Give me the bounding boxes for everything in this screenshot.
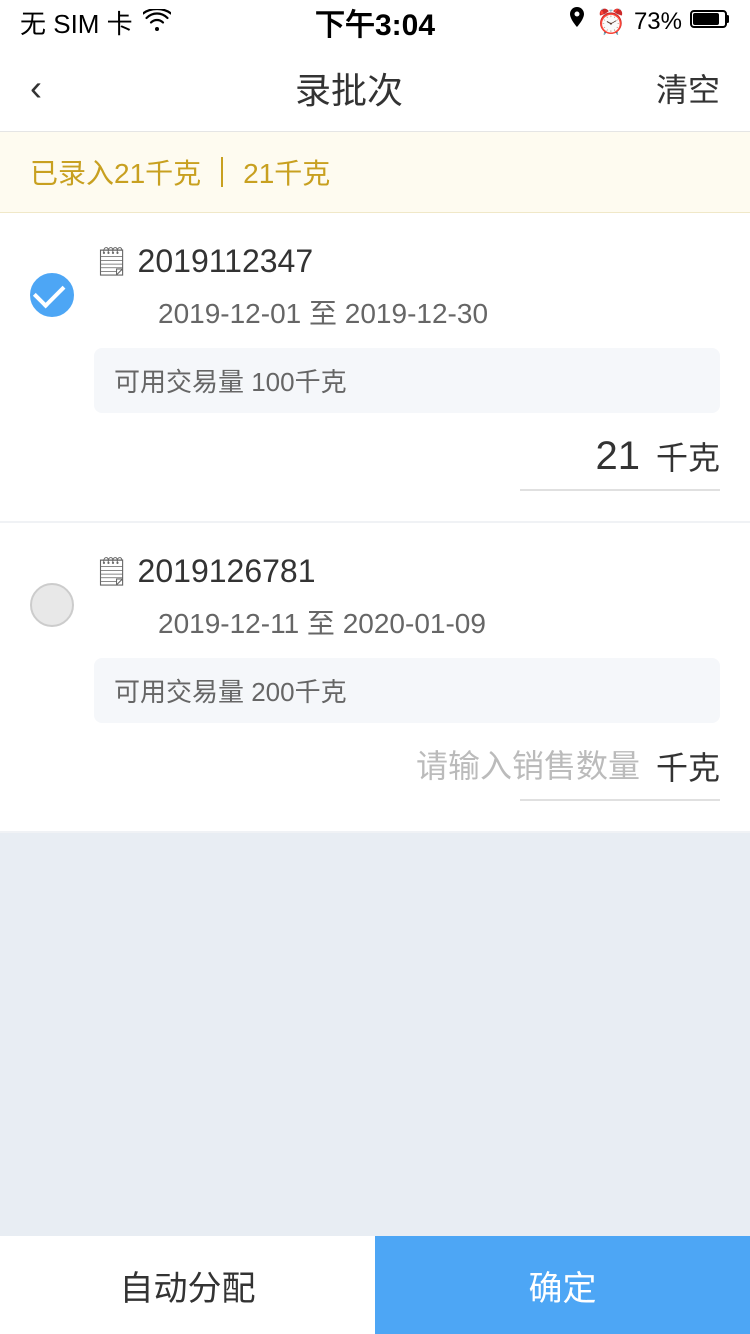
batch1-quantity-value: 21 <box>595 434 640 479</box>
info-banner: 已录入21千克 21千克 <box>0 132 750 213</box>
batch2-quantity-input[interactable] <box>340 748 640 785</box>
recorded-label: 已录入21千克 <box>30 152 201 192</box>
battery-text: 73% <box>634 8 682 36</box>
banner-divider <box>221 157 223 187</box>
back-button[interactable]: ‹ <box>30 67 42 109</box>
batch1-content: 🗒 2019112347 2019-12-01 至 2019-12-30 可用交… <box>94 243 720 413</box>
alarm-icon: ⏰ <box>596 8 626 37</box>
bottom-bar: 自动分配 确定 <box>0 1236 750 1334</box>
batch2-content: 🗒 2019126781 2019-12-11 至 2020-01-09 可用交… <box>94 553 720 723</box>
page-title: 录批次 <box>295 62 403 114</box>
batch1-quantity-unit: 千克 <box>656 433 720 479</box>
batch1-id-icon: 🗒 <box>94 245 130 278</box>
batch2-card: 🗒 2019126781 2019-12-11 至 2020-01-09 可用交… <box>0 523 750 831</box>
confirm-button[interactable]: 确定 <box>375 1236 750 1334</box>
batch1-quantity-row: 21 千克 <box>0 413 750 479</box>
carrier-text: 无 SIM 卡 <box>20 4 133 41</box>
status-time: 下午3:04 <box>315 0 435 44</box>
batch2-id-row: 🗒 2019126781 <box>94 553 720 590</box>
batch2-divider <box>520 799 720 801</box>
batch2-id: 2019126781 <box>138 553 316 590</box>
location-icon <box>566 7 588 38</box>
batch2-unit: 千克 <box>656 743 720 789</box>
batch2-id-icon: 🗒 <box>94 555 130 588</box>
clear-button[interactable]: 清空 <box>656 65 720 111</box>
batch1-divider <box>520 489 720 491</box>
batch1-radio[interactable] <box>30 273 74 317</box>
batch2-radio[interactable] <box>30 583 74 627</box>
batch1-availability: 可用交易量 100千克 <box>94 348 720 413</box>
amount-label: 21千克 <box>243 152 330 192</box>
batch2-date: 2019-12-11 至 2020-01-09 <box>158 602 720 642</box>
batch1-row: 🗒 2019112347 2019-12-01 至 2019-12-30 可用交… <box>0 213 750 413</box>
batch2-input-row: 千克 <box>0 723 750 789</box>
status-right: ⏰ 73% <box>566 7 730 38</box>
auto-distribute-button[interactable]: 自动分配 <box>0 1236 375 1334</box>
battery-icon <box>690 8 730 36</box>
batch1-id: 2019112347 <box>138 243 314 280</box>
batch1-id-row: 🗒 2019112347 <box>94 243 720 280</box>
content-wrapper: 🗒 2019112347 2019-12-01 至 2019-12-30 可用交… <box>0 213 750 1317</box>
nav-bar: ‹ 录批次 清空 <box>0 44 750 132</box>
batch1-date: 2019-12-01 至 2019-12-30 <box>158 292 720 332</box>
wifi-icon <box>143 7 171 38</box>
batch2-row: 🗒 2019126781 2019-12-11 至 2020-01-09 可用交… <box>0 523 750 723</box>
batch1-card: 🗒 2019112347 2019-12-01 至 2019-12-30 可用交… <box>0 213 750 521</box>
batch2-availability: 可用交易量 200千克 <box>94 658 720 723</box>
status-bar: 无 SIM 卡 下午3:04 ⏰ 73% <box>0 0 750 44</box>
status-left: 无 SIM 卡 <box>20 4 171 41</box>
